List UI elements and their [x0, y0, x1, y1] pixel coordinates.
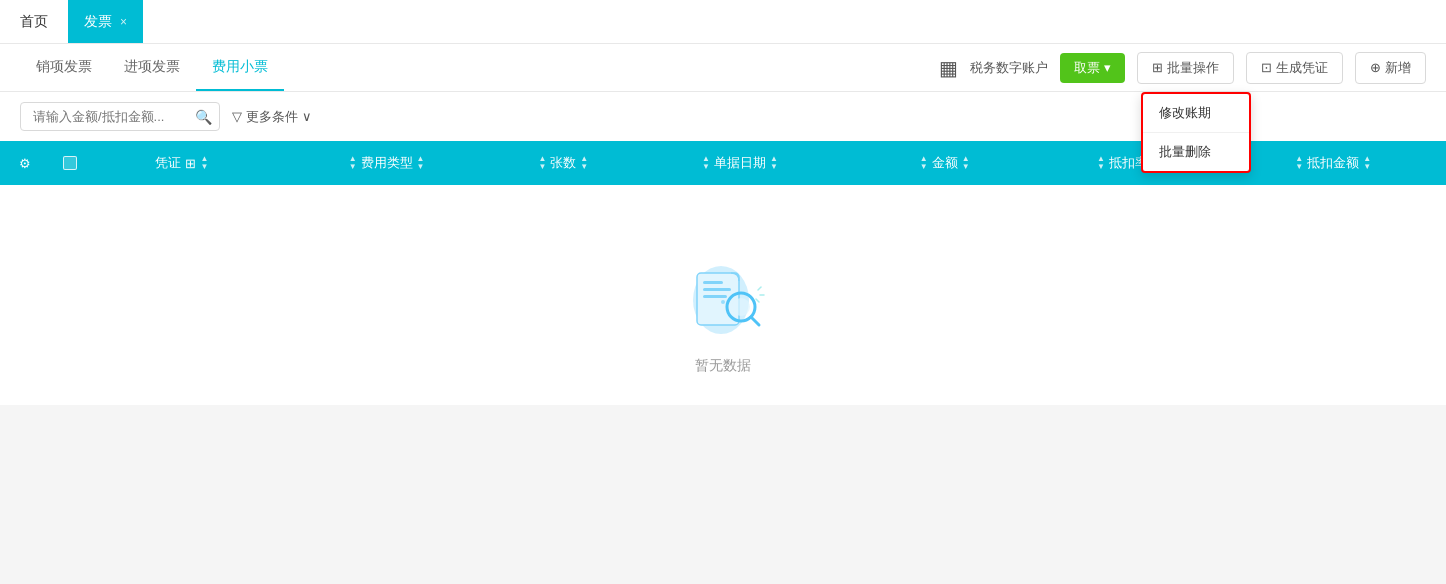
search-icon[interactable]: 🔍	[195, 109, 212, 125]
expense-type-sort-icon-left[interactable]: ▲▼	[349, 155, 357, 171]
svg-line-9	[758, 287, 761, 290]
empty-state: 暂无数据	[0, 185, 1446, 405]
deduction-amount-label: 抵扣金额	[1307, 154, 1359, 172]
gen-voucher-label: 生成凭证	[1276, 59, 1328, 77]
batch-operation-dropdown: 修改账期 批量删除	[1141, 92, 1251, 173]
search-input[interactable]	[20, 102, 220, 131]
count-sort-icon[interactable]: ▲▼	[580, 155, 588, 171]
amount-column-header[interactable]: ▲▼ 金额 ▲▼	[853, 141, 1037, 185]
more-filter-label: 更多条件	[246, 108, 298, 126]
gen-voucher-icon: ⊡	[1261, 60, 1272, 75]
svg-point-6	[732, 298, 750, 316]
invoice-tab-label: 发票	[84, 13, 112, 31]
svg-rect-2	[703, 281, 723, 284]
deduction-amount-sort-icon-left[interactable]: ▲▼	[1295, 155, 1303, 171]
voucher-filter-icon[interactable]: ⊞	[185, 156, 196, 171]
more-filter-button[interactable]: ▽ 更多条件 ∨	[232, 108, 312, 126]
count-sort-icon-left[interactable]: ▲▼	[538, 155, 546, 171]
top-nav: 首页 发票 ×	[0, 0, 1446, 44]
filter-icon: ▽	[232, 109, 242, 124]
amount-label: 金额	[932, 154, 958, 172]
batch-op-icon: ⊞	[1152, 60, 1163, 75]
voucher-sort-icon[interactable]: ▲▼	[200, 155, 208, 171]
date-sort-icon[interactable]: ▲▼	[770, 155, 778, 171]
checkbox-column-header[interactable]	[50, 141, 90, 185]
take-ticket-button[interactable]: 取票 ▾	[1060, 53, 1125, 83]
filter-arrow-icon: ∨	[302, 109, 312, 124]
settings-column-header[interactable]: ⚙	[0, 141, 50, 185]
expense-type-column-header[interactable]: ▲▼ 费用类型 ▲▼	[274, 141, 500, 185]
modify-period-item[interactable]: 修改账期	[1143, 94, 1249, 132]
tab-sales-invoice[interactable]: 销项发票	[20, 44, 108, 91]
qr-code-icon[interactable]: ▦	[939, 56, 958, 80]
deduction-amount-column-header[interactable]: ▲▼ 抵扣金额 ▲▼	[1220, 141, 1446, 185]
take-ticket-label: 取票	[1074, 59, 1100, 77]
add-icon: ⊕	[1370, 60, 1381, 75]
toolbar-right: ▦ 税务数字账户 取票 ▾ ⊞ 批量操作 ⊡ 生成凭证 ⊕ 新增	[939, 52, 1426, 84]
svg-rect-4	[703, 295, 727, 298]
svg-line-7	[751, 317, 759, 325]
add-label: 新增	[1385, 59, 1411, 77]
tax-account-button[interactable]: 税务数字账户	[970, 59, 1048, 77]
count-column-header[interactable]: ▲▼ 张数 ▲▼	[499, 141, 627, 185]
take-ticket-arrow-icon: ▾	[1104, 60, 1111, 75]
voucher-column-header[interactable]: 凭证 ⊞ ▲▼	[90, 141, 274, 185]
home-nav-item[interactable]: 首页	[0, 0, 68, 43]
expense-type-label: 费用类型	[361, 154, 413, 172]
tab-expense-ticket[interactable]: 费用小票	[196, 44, 284, 91]
svg-point-8	[721, 300, 725, 304]
empty-state-icon	[673, 245, 773, 345]
settings-icon[interactable]: ⚙	[19, 156, 31, 171]
batch-operation-button[interactable]: ⊞ 批量操作	[1137, 52, 1234, 84]
date-sort-icon-left[interactable]: ▲▼	[702, 155, 710, 171]
close-tab-icon[interactable]: ×	[120, 15, 127, 29]
svg-rect-3	[703, 288, 731, 291]
voucher-label: 凭证	[155, 154, 181, 172]
select-all-checkbox[interactable]	[63, 156, 77, 170]
main-content: ⚙ 凭证 ⊞ ▲▼ ▲▼ 费用类型 ▲▼ ▲▼ 张数 ▲▼ ▲▼ 单据日期 ▲▼…	[0, 141, 1446, 405]
date-column-header[interactable]: ▲▼ 单据日期 ▲▼	[627, 141, 853, 185]
amount-sort-icon[interactable]: ▲▼	[962, 155, 970, 171]
batch-delete-item[interactable]: 批量删除	[1143, 133, 1249, 171]
deduction-amount-sort-icon[interactable]: ▲▼	[1363, 155, 1371, 171]
svg-line-11	[756, 299, 759, 302]
toolbar: 销项发票 进项发票 费用小票 ▦ 税务数字账户 取票 ▾ ⊞ 批量操作 ⊡ 生成…	[0, 44, 1446, 92]
empty-state-text: 暂无数据	[695, 357, 751, 375]
expense-type-sort-icon[interactable]: ▲▼	[417, 155, 425, 171]
date-label: 单据日期	[714, 154, 766, 172]
amount-sort-icon-left[interactable]: ▲▼	[920, 155, 928, 171]
gen-voucher-button[interactable]: ⊡ 生成凭证	[1246, 52, 1343, 84]
batch-op-label: 批量操作	[1167, 59, 1219, 77]
deduction-rate-sort-icon-left[interactable]: ▲▼	[1097, 155, 1105, 171]
invoice-tab[interactable]: 发票 ×	[68, 0, 143, 43]
search-input-wrap: 🔍	[20, 102, 220, 131]
tab-purchase-invoice[interactable]: 进项发票	[108, 44, 196, 91]
add-button[interactable]: ⊕ 新增	[1355, 52, 1426, 84]
count-label: 张数	[550, 154, 576, 172]
